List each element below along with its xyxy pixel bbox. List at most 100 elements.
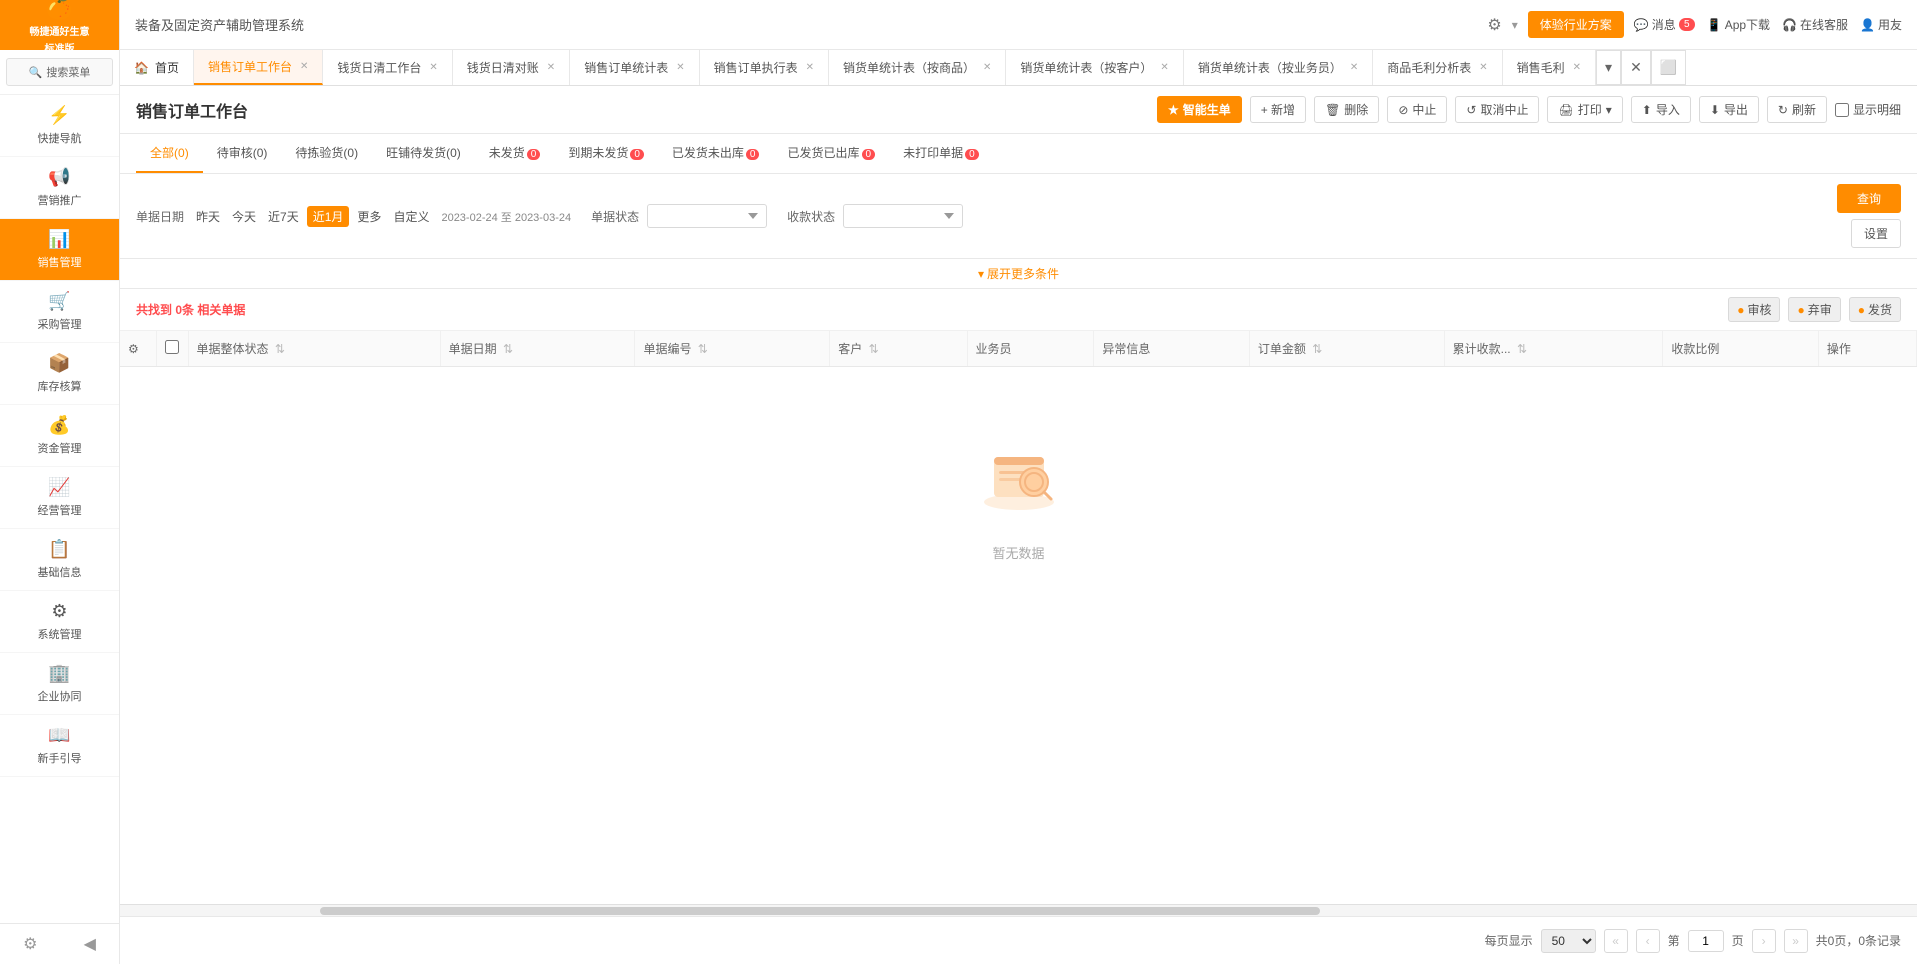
col-date[interactable]: 单据日期 ⇅ xyxy=(440,331,635,367)
table-scroll-container[interactable]: ⚙ 单据整体状态 ⇅ 单据日期 xyxy=(120,331,1917,904)
filter-tab-pending-review[interactable]: 待审核(0) xyxy=(203,134,282,173)
col-customer[interactable]: 客户 ⇅ xyxy=(830,331,967,367)
tab-close-sales-order[interactable]: ✕ xyxy=(300,61,308,72)
tab-sales-order[interactable]: 销售订单工作台 ✕ xyxy=(194,50,323,85)
tab-close-cash-daily[interactable]: ✕ xyxy=(429,62,437,73)
sidebar-item-system[interactable]: ⚙ 系统管理 xyxy=(0,591,119,653)
date-shortcut-today[interactable]: 今天 xyxy=(228,206,260,227)
filter-tab-wangpu[interactable]: 旺铺待发货(0) xyxy=(372,134,475,173)
payment-filter-select[interactable] xyxy=(843,204,963,228)
tab-close-all-btn[interactable]: ✕ xyxy=(1621,50,1651,85)
col-customer-sort-icon[interactable]: ⇅ xyxy=(869,342,879,356)
horizontal-scrollbar[interactable] xyxy=(120,904,1917,916)
experience-btn[interactable]: 体验行业方案 xyxy=(1528,11,1624,38)
select-all-checkbox[interactable] xyxy=(165,340,179,354)
export-btn[interactable]: ⬇ 导出 xyxy=(1699,96,1759,123)
tab-close-summary-staff[interactable]: ✕ xyxy=(1350,62,1358,73)
column-settings-icon[interactable]: ⚙ xyxy=(128,342,139,356)
sidebar-search-area[interactable]: 🔍 搜索菜单 xyxy=(0,50,119,95)
col-status-sort-icon[interactable]: ⇅ xyxy=(275,342,285,356)
next-page-btn[interactable]: › xyxy=(1752,929,1776,953)
tab-close-profit[interactable]: ✕ xyxy=(1573,62,1581,73)
date-shortcut-7days[interactable]: 近7天 xyxy=(264,206,303,227)
tab-sales-exec[interactable]: 销售订单执行表 ✕ xyxy=(700,50,829,85)
sidebar-item-finance[interactable]: 💰 资金管理 xyxy=(0,405,119,467)
stop-btn[interactable]: ⊘ 中止 xyxy=(1387,96,1447,123)
filter-tab-all[interactable]: 全部(0) xyxy=(136,134,203,173)
tab-maximize-btn[interactable]: ⬜ xyxy=(1651,50,1686,85)
col-settings[interactable]: ⚙ xyxy=(120,331,156,367)
prev-page-btn[interactable]: ‹ xyxy=(1636,929,1660,953)
sidebar-collapse-btn[interactable]: ◀ xyxy=(84,934,96,954)
page-input[interactable] xyxy=(1688,930,1724,952)
date-shortcut-custom[interactable]: 自定义 xyxy=(389,206,433,227)
search-menu-btn[interactable]: 🔍 搜索菜单 xyxy=(6,58,113,86)
print-btn[interactable]: 🖨 打印 ▾ xyxy=(1547,96,1622,123)
sidebar-item-quick-nav[interactable]: ⚡ 快捷导航 xyxy=(0,95,119,157)
tab-close-sales-stats[interactable]: ✕ xyxy=(676,62,684,73)
col-amount-sort-icon[interactable]: ⇅ xyxy=(1312,342,1322,356)
tab-sales-profit[interactable]: 销售毛利 ✕ xyxy=(1503,50,1596,85)
ship-action-btn[interactable]: ● 发货 xyxy=(1849,297,1901,322)
per-page-select[interactable]: 50 10 20 100 xyxy=(1541,929,1596,953)
filter-tab-not-shipped[interactable]: 未发货0 xyxy=(475,134,555,173)
filter-tab-shipped-not-out[interactable]: 已发货未出库0 xyxy=(658,134,774,173)
status-filter-select[interactable] xyxy=(647,204,767,228)
ai-generate-btn[interactable]: ★ 智能生单 xyxy=(1157,96,1242,123)
online-service-btn[interactable]: 🎧 在线客服 xyxy=(1782,16,1848,33)
tab-sales-summary-staff[interactable]: 销货单统计表（按业务员） ✕ xyxy=(1184,50,1373,85)
col-number-sort-icon[interactable]: ⇅ xyxy=(698,342,708,356)
app-download-btn[interactable]: 📱 App下载 xyxy=(1707,16,1770,33)
tab-sales-stats[interactable]: 销售订单统计表 ✕ xyxy=(570,50,699,85)
col-collected-sort-icon[interactable]: ⇅ xyxy=(1517,342,1527,356)
user-btn[interactable]: 👤 用友 xyxy=(1860,16,1902,33)
delete-btn[interactable]: 🗑 删除 xyxy=(1314,96,1379,123)
tab-close-cash-reconcile[interactable]: ✕ xyxy=(547,62,555,73)
sidebar-item-operation[interactable]: 📈 经营管理 xyxy=(0,467,119,529)
date-shortcut-1month[interactable]: 近1月 xyxy=(307,206,350,227)
import-btn[interactable]: ⬆ 导入 xyxy=(1631,96,1691,123)
cancel-stop-btn[interactable]: ↺ 取消中止 xyxy=(1455,96,1539,123)
scroll-thumb[interactable] xyxy=(320,907,1320,915)
col-checkbox[interactable] xyxy=(156,331,188,367)
filter-tab-pending-inspect[interactable]: 待拣验货(0) xyxy=(281,134,372,173)
add-btn[interactable]: + 新增 xyxy=(1250,96,1306,123)
tab-close-gross[interactable]: ✕ xyxy=(1479,62,1487,73)
review-action-btn[interactable]: ● 审核 xyxy=(1728,297,1780,322)
message-btn[interactable]: 💬 消息 5 xyxy=(1634,16,1695,33)
tab-more-btn[interactable]: ▾ xyxy=(1596,50,1621,85)
col-exception[interactable]: 异常信息 xyxy=(1094,331,1250,367)
tab-close-summary-customer[interactable]: ✕ xyxy=(1160,62,1168,73)
show-detail-checkbox[interactable] xyxy=(1835,103,1849,117)
tab-close-summary-product[interactable]: ✕ xyxy=(983,62,991,73)
first-page-btn[interactable]: « xyxy=(1604,929,1628,953)
sidebar-item-purchase[interactable]: 🛒 采购管理 xyxy=(0,281,119,343)
col-number[interactable]: 单据编号 ⇅ xyxy=(635,331,830,367)
sidebar-item-enterprise[interactable]: 🏢 企业协同 xyxy=(0,653,119,715)
date-shortcut-more[interactable]: 更多 xyxy=(353,206,385,227)
col-date-sort-icon[interactable]: ⇅ xyxy=(503,342,513,356)
tab-gross-analysis[interactable]: 商品毛利分析表 ✕ xyxy=(1373,50,1502,85)
sidebar-item-guide[interactable]: 📖 新手引导 xyxy=(0,715,119,777)
filter-tab-not-printed[interactable]: 未打印单据0 xyxy=(889,134,993,173)
query-btn[interactable]: 查询 xyxy=(1837,184,1901,213)
sidebar-settings-btn[interactable]: ⚙ xyxy=(23,934,37,954)
gear-icon[interactable]: ⚙ xyxy=(1487,15,1501,35)
cancel-review-btn[interactable]: ● 弃审 xyxy=(1788,297,1840,322)
expand-more-btn[interactable]: ▾ 展开更多条件 xyxy=(978,265,1059,282)
last-page-btn[interactable]: » xyxy=(1784,929,1808,953)
sidebar-item-sales[interactable]: 📊 销售管理 xyxy=(0,219,119,281)
sidebar-item-marketing[interactable]: 📢 营销推广 xyxy=(0,157,119,219)
tab-close-sales-exec[interactable]: ✕ xyxy=(806,62,814,73)
tab-sales-summary-product[interactable]: 销货单统计表（按商品） ✕ xyxy=(829,50,1006,85)
filter-tab-shipped-out[interactable]: 已发货已出库0 xyxy=(773,134,889,173)
sidebar-item-inventory[interactable]: 📦 库存核算 xyxy=(0,343,119,405)
tab-home[interactable]: 🏠 首页 xyxy=(120,50,194,85)
col-operation[interactable]: 操作 xyxy=(1818,331,1916,367)
tab-cash-daily[interactable]: 钱货日清工作台 ✕ xyxy=(323,50,452,85)
dropdown-icon[interactable]: ▾ xyxy=(1512,18,1518,32)
filter-tab-expired[interactable]: 到期未发货0 xyxy=(554,134,658,173)
date-shortcut-yesterday[interactable]: 昨天 xyxy=(192,206,224,227)
col-ratio[interactable]: 收款比例 xyxy=(1663,331,1819,367)
tab-sales-summary-customer[interactable]: 销货单统计表（按客户） ✕ xyxy=(1006,50,1183,85)
